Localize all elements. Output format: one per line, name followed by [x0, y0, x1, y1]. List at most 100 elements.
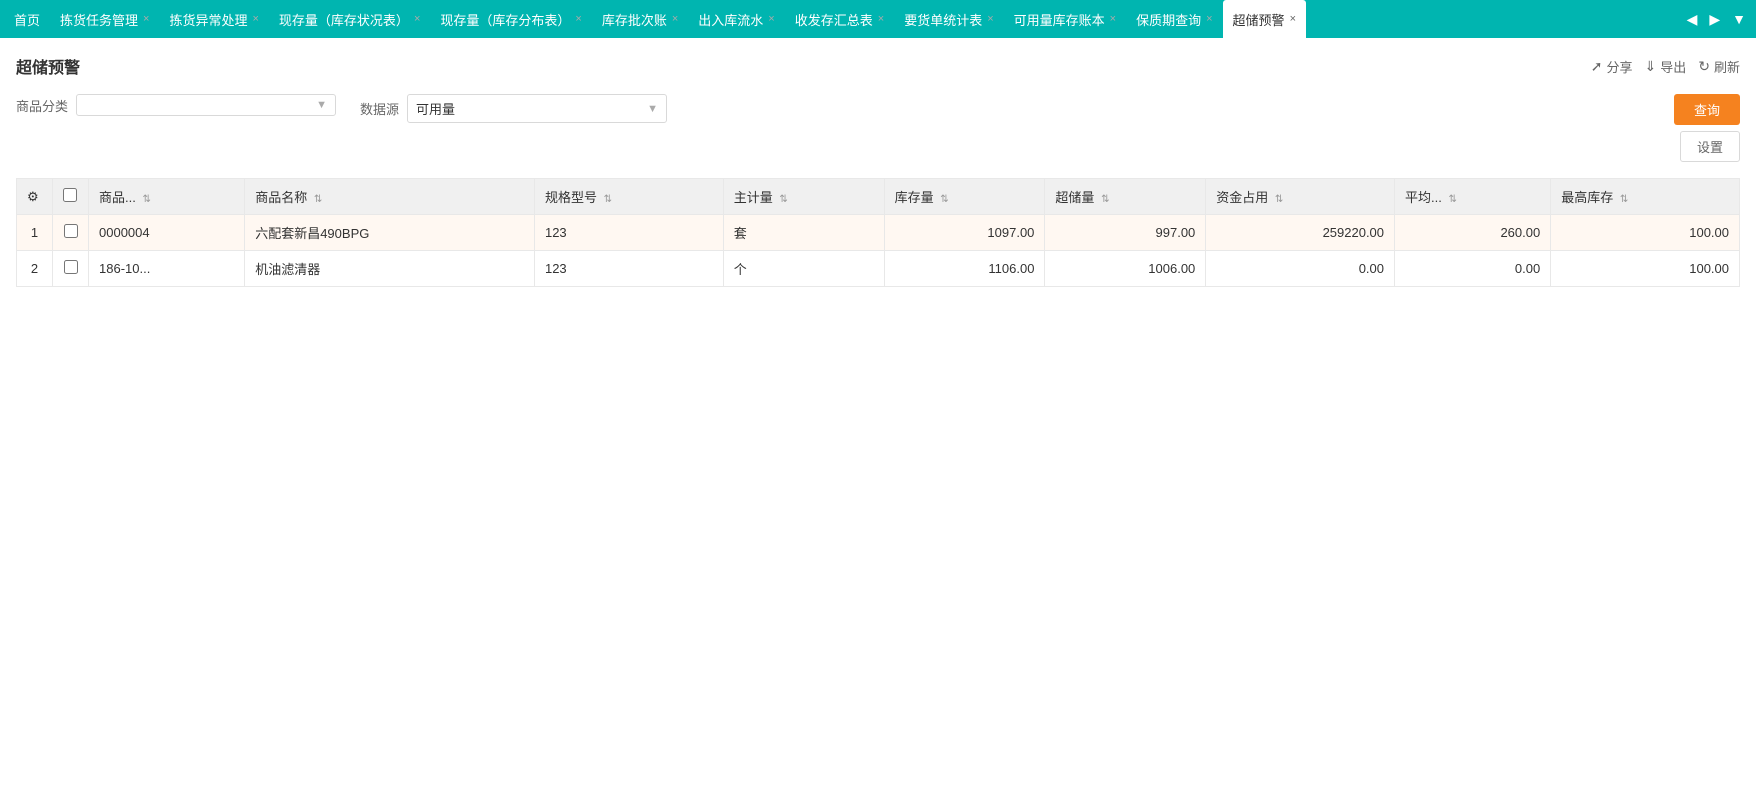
row-num-1: 2	[17, 251, 53, 287]
nav-tab-4-close[interactable]: ×	[672, 13, 678, 25]
nav-tab-8-label: 可用量库存账本	[1014, 10, 1105, 29]
select-all-checkbox[interactable]	[63, 188, 77, 202]
nav-tab-7-label: 要货单统计表	[904, 10, 982, 29]
gear-icon: ⚙	[27, 189, 39, 204]
nav-tab-7[interactable]: 要货单统计表 ×	[894, 0, 1003, 38]
th-max[interactable]: 最高库存 ⇅	[1551, 179, 1740, 215]
row-checkbox-0[interactable]	[64, 224, 78, 238]
nav-tab-7-close[interactable]: ×	[987, 13, 993, 25]
sort-avg-icon: ⇅	[1448, 194, 1456, 205]
nav-prev-button[interactable]: ◀	[1681, 0, 1704, 38]
sort-capital-icon: ⇅	[1275, 194, 1283, 205]
sort-spec-icon: ⇅	[604, 194, 612, 205]
row-checkbox-1[interactable]	[64, 260, 78, 274]
nav-tab-6-close[interactable]: ×	[878, 13, 884, 25]
datasource-label: 数据源	[360, 99, 399, 118]
sort-overstock-icon: ⇅	[1101, 194, 1109, 205]
nav-tab-8[interactable]: 可用量库存账本 ×	[1004, 0, 1126, 38]
share-icon: ➚	[1591, 58, 1603, 75]
nav-tab-10-close[interactable]: ×	[1290, 13, 1296, 25]
datasource-select[interactable]: 可用量 ▼	[407, 94, 667, 123]
nav-tab-5[interactable]: 出入库流水 ×	[688, 0, 784, 38]
category-label: 商品分类	[16, 96, 68, 115]
nav-tab-3-close[interactable]: ×	[575, 13, 581, 25]
nav-tab-6-label: 收发存汇总表	[795, 10, 873, 29]
th-capital[interactable]: 资金占用 ⇅	[1206, 179, 1395, 215]
nav-tab-5-close[interactable]: ×	[768, 13, 774, 25]
row-avg-0: 260.00	[1395, 215, 1551, 251]
nav-tab-4-label: 库存批次账	[602, 10, 667, 29]
row-stock-0: 1097.00	[884, 215, 1045, 251]
row-num-0: 1	[17, 215, 53, 251]
nav-tab-10-label: 超储预警	[1233, 10, 1285, 29]
export-icon: ⇓	[1645, 58, 1657, 75]
nav-tab-0[interactable]: 拣货任务管理 ×	[50, 0, 159, 38]
datasource-filter-group: 数据源 可用量 ▼	[360, 94, 667, 123]
row-code-1: 186-10...	[89, 251, 245, 287]
row-avg-1: 0.00	[1395, 251, 1551, 287]
nav-tab-5-label: 出入库流水	[698, 10, 763, 29]
row-spec-1: 123	[534, 251, 723, 287]
row-capital-1: 0.00	[1206, 251, 1395, 287]
nav-home[interactable]: 首页	[4, 0, 50, 38]
row-capital-0: 259220.00	[1206, 215, 1395, 251]
refresh-label: 刷新	[1714, 57, 1740, 76]
share-button[interactable]: ➚ 分享	[1591, 57, 1633, 76]
nav-tab-9[interactable]: 保质期查询 ×	[1126, 0, 1222, 38]
nav-tab-2-label: 现存量（库存状况表）	[279, 10, 409, 29]
row-code-0: 0000004	[89, 215, 245, 251]
setting-button[interactable]: 设置	[1680, 131, 1740, 162]
nav-next-button[interactable]: ▶	[1703, 0, 1726, 38]
page-header: 超储预警 ➚ 分享 ⇓ 导出 ↻ 刷新	[16, 54, 1740, 78]
sort-name-icon: ⇅	[314, 194, 322, 205]
table-header-row: ⚙ 商品... ⇅ 商品名称 ⇅ 规格型号 ⇅ 主计量	[17, 179, 1740, 215]
th-avg[interactable]: 平均... ⇅	[1395, 179, 1551, 215]
nav-tab-9-close[interactable]: ×	[1206, 13, 1212, 25]
row-name-1: 机油滤清器	[245, 251, 535, 287]
refresh-button[interactable]: ↻ 刷新	[1698, 57, 1740, 76]
nav-tab-3[interactable]: 现存量（库存分布表） ×	[430, 0, 591, 38]
category-filter-group: 商品分类 ▼	[16, 94, 336, 116]
row-checkbox-cell-0[interactable]	[53, 215, 89, 251]
nav-tab-0-close[interactable]: ×	[143, 13, 149, 25]
query-button[interactable]: 查询	[1674, 94, 1740, 125]
nav-tab-1[interactable]: 拣货异常处理 ×	[159, 0, 268, 38]
page-content: 超储预警 ➚ 分享 ⇓ 导出 ↻ 刷新 商品分类 ▼ 数据源	[0, 38, 1756, 800]
th-unit[interactable]: 主计量 ⇅	[723, 179, 884, 215]
row-unit-0: 套	[723, 215, 884, 251]
category-select[interactable]: ▼	[76, 94, 336, 116]
category-chevron-icon: ▼	[316, 99, 327, 111]
th-code[interactable]: 商品... ⇅	[89, 179, 245, 215]
nav-tab-10[interactable]: 超储预警 ×	[1223, 0, 1306, 38]
nav-arrows: ◀ ▶ ▼	[1681, 0, 1752, 38]
row-checkbox-cell-1[interactable]	[53, 251, 89, 287]
row-unit-1: 个	[723, 251, 884, 287]
datasource-value: 可用量	[416, 99, 455, 118]
filter-area: 商品分类 ▼ 数据源 可用量 ▼ 查询 设置	[16, 94, 1740, 162]
th-overstock[interactable]: 超储量 ⇅	[1045, 179, 1206, 215]
row-overstock-0: 997.00	[1045, 215, 1206, 251]
table-row: 2 186-10... 机油滤清器 123 个 1106.00 1006.00 …	[17, 251, 1740, 287]
nav-more-button[interactable]: ▼	[1726, 0, 1752, 38]
export-button[interactable]: ⇓ 导出	[1645, 57, 1687, 76]
data-table: ⚙ 商品... ⇅ 商品名称 ⇅ 规格型号 ⇅ 主计量	[16, 178, 1740, 287]
table-row: 1 0000004 六配套新昌490BPG 123 套 1097.00 997.…	[17, 215, 1740, 251]
th-name[interactable]: 商品名称 ⇅	[245, 179, 535, 215]
row-name-0: 六配套新昌490BPG	[245, 215, 535, 251]
refresh-icon: ↻	[1698, 58, 1710, 75]
nav-tab-2-close[interactable]: ×	[414, 13, 420, 25]
home-label: 首页	[14, 10, 40, 29]
th-spec[interactable]: 规格型号 ⇅	[534, 179, 723, 215]
sort-unit-icon: ⇅	[779, 194, 787, 205]
top-nav: 首页 拣货任务管理 × 拣货异常处理 × 现存量（库存状况表） × 现存量（库存…	[0, 0, 1756, 38]
nav-tab-8-close[interactable]: ×	[1110, 13, 1116, 25]
th-gear[interactable]: ⚙	[17, 179, 53, 215]
nav-tab-4[interactable]: 库存批次账 ×	[592, 0, 688, 38]
nav-tab-1-close[interactable]: ×	[252, 13, 258, 25]
th-stock[interactable]: 库存量 ⇅	[884, 179, 1045, 215]
nav-tab-1-label: 拣货异常处理	[169, 10, 247, 29]
th-checkbox[interactable]	[53, 179, 89, 215]
nav-tab-0-label: 拣货任务管理	[60, 10, 138, 29]
nav-tab-6[interactable]: 收发存汇总表 ×	[785, 0, 894, 38]
nav-tab-2[interactable]: 现存量（库存状况表） ×	[269, 0, 430, 38]
